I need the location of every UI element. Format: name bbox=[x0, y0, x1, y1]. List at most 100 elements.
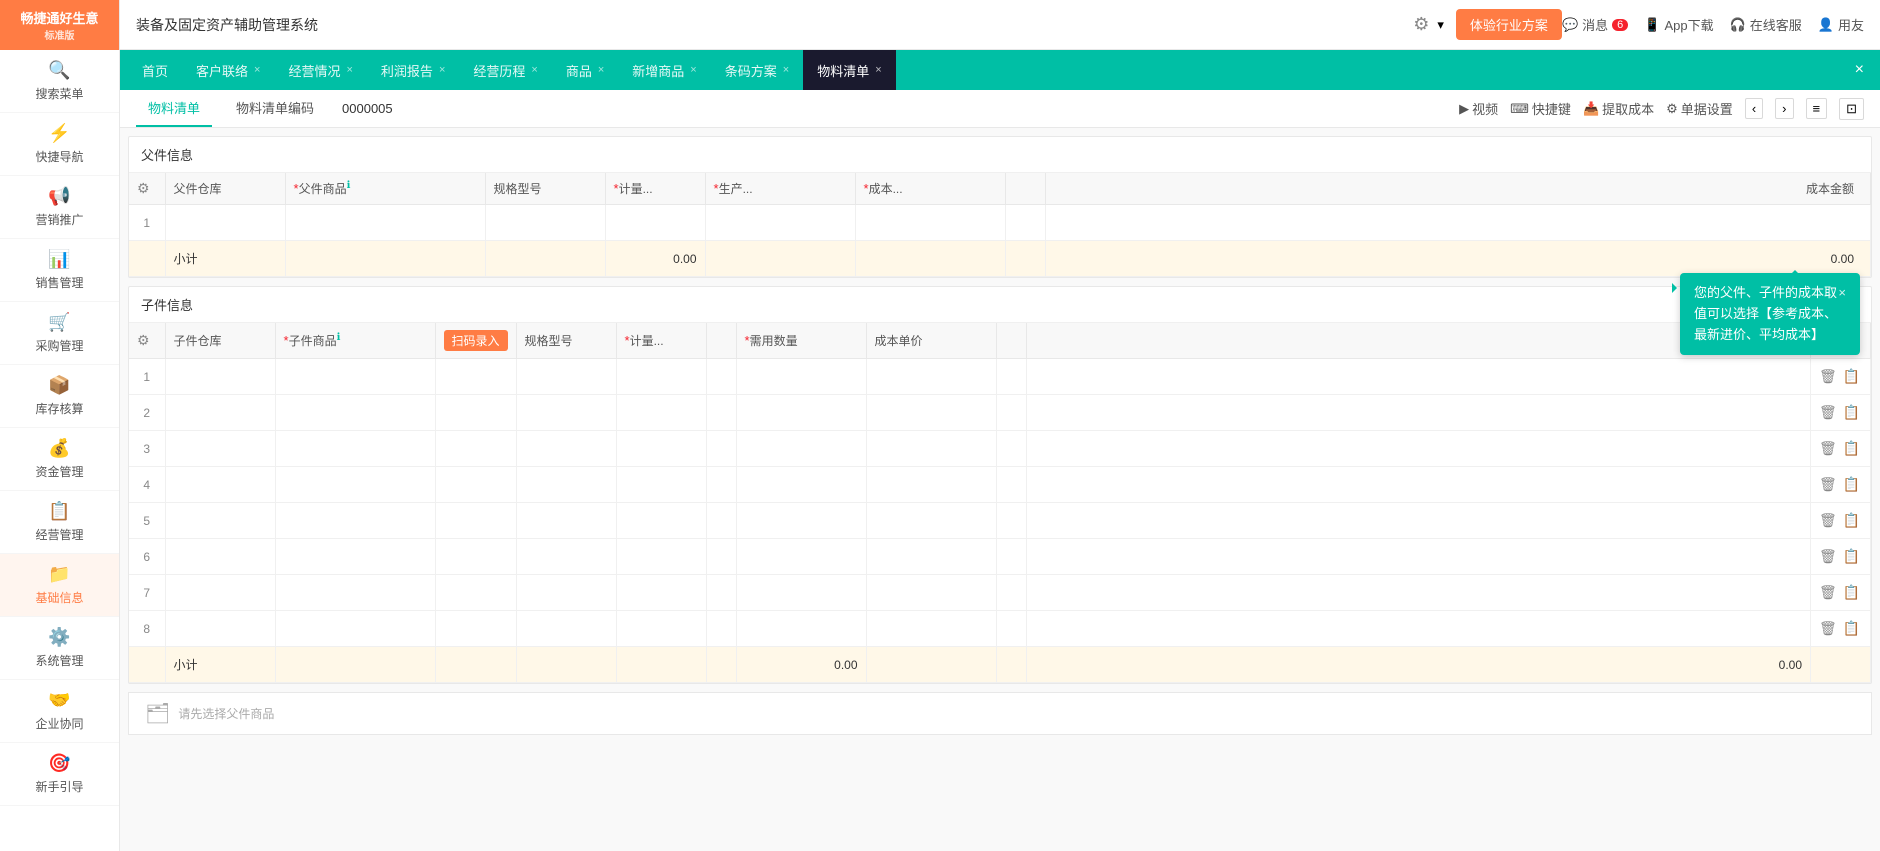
child-row-warehouse[interactable] bbox=[165, 395, 275, 431]
message-button[interactable]: 💬 消息 6 bbox=[1562, 15, 1628, 34]
user-button[interactable]: 👤 用友 bbox=[1818, 15, 1864, 34]
child-row-warehouse[interactable] bbox=[165, 539, 275, 575]
sidebar-item-quicknav[interactable]: ⚡ 快捷导航 bbox=[0, 113, 119, 176]
copy-icon[interactable]: 📋 bbox=[1843, 548, 1860, 565]
parent-row-warehouse[interactable] bbox=[165, 205, 285, 241]
child-row-goods[interactable] bbox=[275, 503, 435, 539]
child-row-spec[interactable] bbox=[516, 431, 616, 467]
sidebar-item-collab[interactable]: 🤝 企业协同 bbox=[0, 680, 119, 743]
video-button[interactable]: ▶ 视频 bbox=[1459, 99, 1498, 118]
child-row-quantity[interactable] bbox=[736, 467, 866, 503]
tab-new-goods[interactable]: 新增商品 × bbox=[618, 50, 710, 90]
delete-icon[interactable]: 🗑 bbox=[1819, 440, 1837, 457]
child-row-unit[interactable] bbox=[616, 467, 706, 503]
child-row-goods[interactable] bbox=[275, 431, 435, 467]
parent-row-spec[interactable] bbox=[485, 205, 605, 241]
child-row-warehouse[interactable] bbox=[165, 575, 275, 611]
tab-goods[interactable]: 商品 × bbox=[552, 50, 618, 90]
child-row-unit-price[interactable] bbox=[866, 431, 996, 467]
tab-bom[interactable]: 物料清单 × bbox=[803, 50, 895, 90]
sidebar-item-guide[interactable]: 🎯 新手引导 bbox=[0, 743, 119, 806]
close-icon[interactable]: × bbox=[254, 64, 260, 76]
child-row-spec[interactable] bbox=[516, 575, 616, 611]
child-row-quantity[interactable] bbox=[736, 575, 866, 611]
child-row-goods[interactable] bbox=[275, 575, 435, 611]
close-icon[interactable]: × bbox=[690, 64, 696, 76]
child-row-quantity[interactable] bbox=[736, 359, 866, 395]
child-row-unit[interactable] bbox=[616, 503, 706, 539]
child-row-unit-price[interactable] bbox=[866, 611, 996, 647]
delete-icon[interactable]: 🗑 bbox=[1819, 368, 1837, 385]
parent-row-unit[interactable] bbox=[605, 205, 705, 241]
online-service-button[interactable]: 🎧 在线客服 bbox=[1730, 15, 1802, 34]
sidebar-item-basic[interactable]: 📁 基础信息 bbox=[0, 554, 119, 617]
copy-icon[interactable]: 📋 bbox=[1843, 584, 1860, 601]
child-row-goods[interactable] bbox=[275, 467, 435, 503]
dropdown-btn[interactable]: ▾ bbox=[1437, 17, 1444, 33]
nav-expand-button[interactable]: ⊡ bbox=[1839, 98, 1864, 120]
nav-prev-button[interactable]: ‹ bbox=[1745, 98, 1763, 119]
delete-icon[interactable]: 🗑 bbox=[1819, 512, 1837, 529]
scan-button[interactable]: 扫码录入 bbox=[444, 330, 508, 351]
delete-icon[interactable]: 🗑 bbox=[1819, 584, 1837, 601]
child-row-unit[interactable] bbox=[616, 395, 706, 431]
tab-operations[interactable]: 经营情况 × bbox=[274, 50, 366, 90]
delete-icon[interactable]: 🗑 bbox=[1819, 476, 1837, 493]
child-row-unit[interactable] bbox=[616, 611, 706, 647]
sidebar-item-inventory[interactable]: 📦 库存核算 bbox=[0, 365, 119, 428]
child-row-goods[interactable] bbox=[275, 611, 435, 647]
child-row-unit-price[interactable] bbox=[866, 467, 996, 503]
copy-icon[interactable]: 📋 bbox=[1843, 512, 1860, 529]
try-plan-button[interactable]: 体验行业方案 bbox=[1456, 9, 1562, 40]
tab-customer[interactable]: 客户联络 × bbox=[182, 50, 274, 90]
child-row-unit-price[interactable] bbox=[866, 539, 996, 575]
child-row-unit-price[interactable] bbox=[866, 395, 996, 431]
child-row-quantity[interactable] bbox=[736, 395, 866, 431]
parent-row-production[interactable] bbox=[705, 205, 855, 241]
child-row-unit[interactable] bbox=[616, 575, 706, 611]
sidebar-item-operations[interactable]: 📋 经营管理 bbox=[0, 491, 119, 554]
tooltip-close-button[interactable]: × bbox=[1838, 283, 1846, 304]
close-all-tabs[interactable]: × bbox=[1847, 61, 1872, 79]
settings-btn[interactable]: ⚙ bbox=[1413, 14, 1429, 35]
child-row-spec[interactable] bbox=[516, 395, 616, 431]
sidebar-item-finance[interactable]: 💰 资金管理 bbox=[0, 428, 119, 491]
child-row-quantity[interactable] bbox=[736, 611, 866, 647]
app-download-button[interactable]: 📱 App下载 bbox=[1644, 15, 1713, 34]
parent-row-goods[interactable] bbox=[285, 205, 485, 241]
copy-icon[interactable]: 📋 bbox=[1843, 620, 1860, 637]
child-row-warehouse[interactable] bbox=[165, 359, 275, 395]
sidebar-item-purchase[interactable]: 🛒 采购管理 bbox=[0, 302, 119, 365]
child-row-quantity[interactable] bbox=[736, 431, 866, 467]
delete-icon[interactable]: 🗑 bbox=[1819, 548, 1837, 565]
shortcut-button[interactable]: ⌨ 快捷键 bbox=[1510, 99, 1571, 118]
close-icon[interactable]: × bbox=[875, 64, 881, 76]
sidebar-item-sales[interactable]: 📊 销售管理 bbox=[0, 239, 119, 302]
tab-barcode[interactable]: 条码方案 × bbox=[711, 50, 803, 90]
settings-gear-icon[interactable]: ⚙ bbox=[137, 180, 150, 196]
child-row-goods[interactable] bbox=[275, 539, 435, 575]
sidebar-item-search[interactable]: 🔍 搜索菜单 bbox=[0, 50, 119, 113]
child-row-warehouse[interactable] bbox=[165, 611, 275, 647]
doc-settings-button[interactable]: ⚙ 单据设置 bbox=[1666, 99, 1733, 118]
child-row-unit-price[interactable] bbox=[866, 359, 996, 395]
child-row-spec[interactable] bbox=[516, 539, 616, 575]
sidebar-item-marketing[interactable]: 📢 营销推广 bbox=[0, 176, 119, 239]
sidebar-item-system[interactable]: ⚙️ 系统管理 bbox=[0, 617, 119, 680]
toolbar-tab-list[interactable]: 物料清单 bbox=[136, 90, 212, 127]
close-icon[interactable]: × bbox=[598, 64, 604, 76]
child-row-spec[interactable] bbox=[516, 503, 616, 539]
parent-row-cost[interactable] bbox=[855, 205, 1005, 241]
child-row-spec[interactable] bbox=[516, 359, 616, 395]
toolbar-tab-code[interactable]: 物料清单编码 bbox=[224, 90, 326, 127]
child-row-unit-price[interactable] bbox=[866, 575, 996, 611]
child-row-unit[interactable] bbox=[616, 359, 706, 395]
copy-icon[interactable]: 📋 bbox=[1843, 368, 1860, 385]
cost-extract-button[interactable]: 📥 提取成本 bbox=[1583, 99, 1654, 118]
child-row-goods[interactable] bbox=[275, 395, 435, 431]
nav-menu-button[interactable]: ≡ bbox=[1806, 98, 1828, 119]
child-row-warehouse[interactable] bbox=[165, 431, 275, 467]
child-row-warehouse[interactable] bbox=[165, 503, 275, 539]
tab-profit[interactable]: 利润报告 × bbox=[367, 50, 459, 90]
close-icon[interactable]: × bbox=[531, 64, 537, 76]
